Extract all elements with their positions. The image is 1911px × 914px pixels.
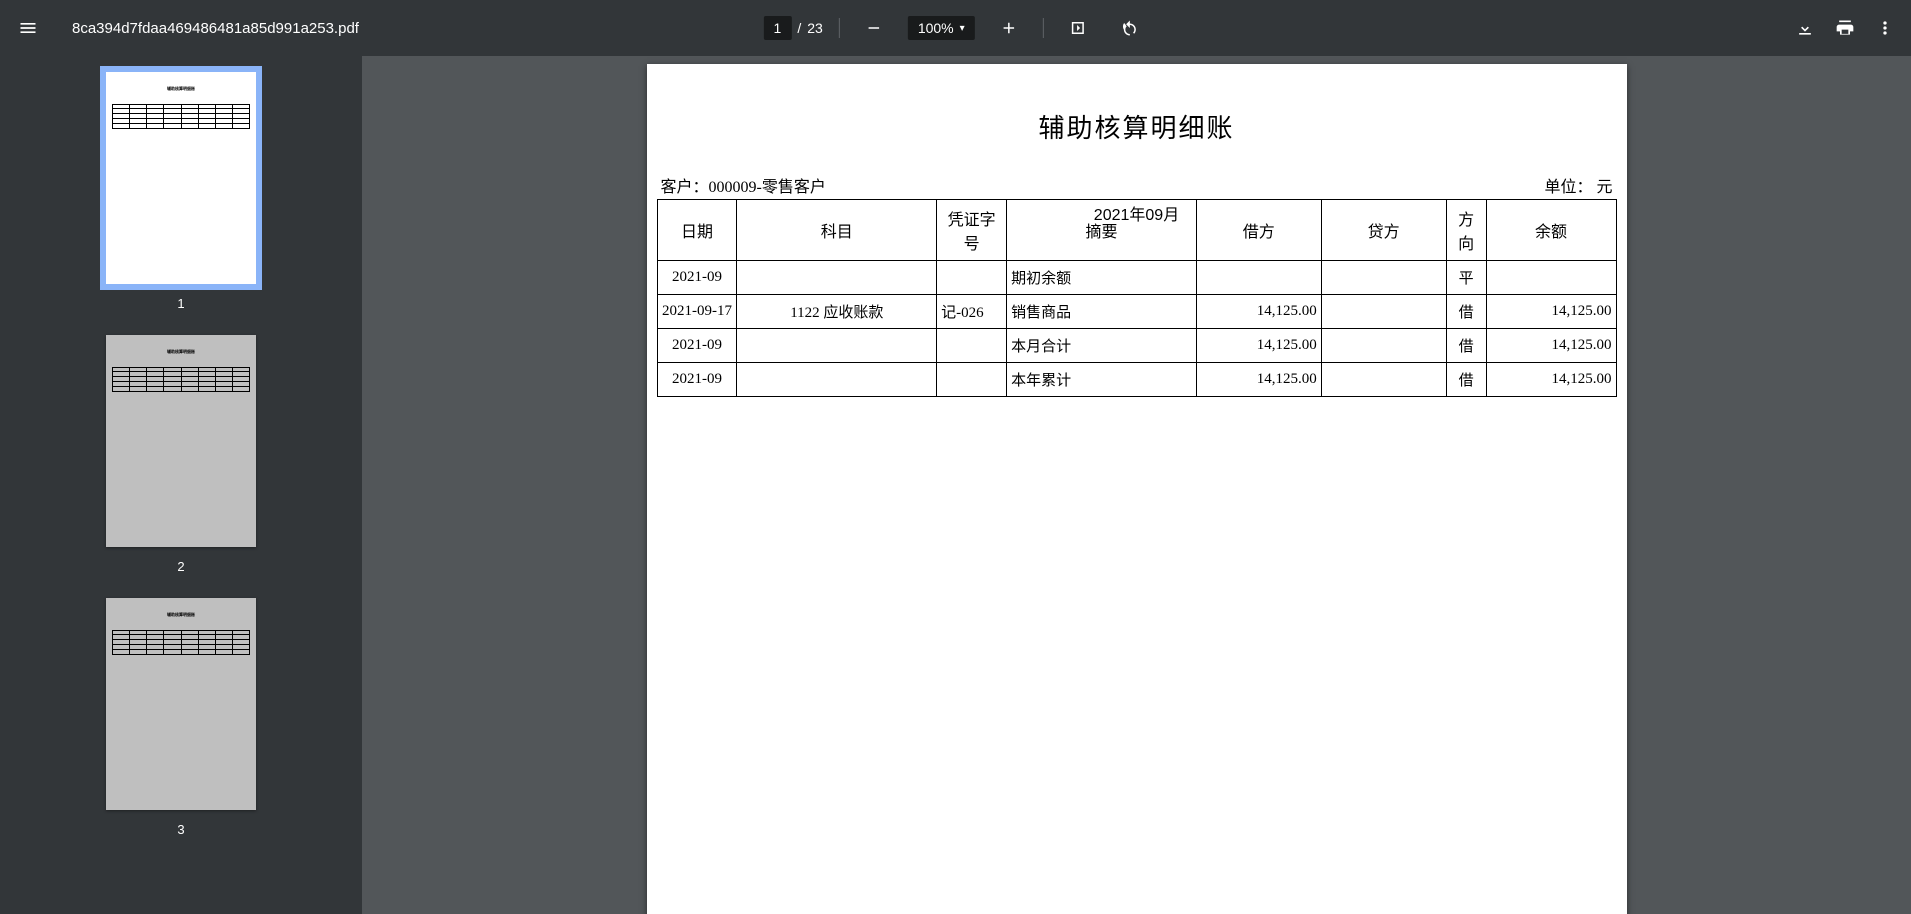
- thumbnail-preview[interactable]: 辅助核算明细账: [106, 72, 256, 284]
- toolbar-right: [1787, 10, 1903, 46]
- more-vert-icon: [1875, 18, 1895, 38]
- cell-date: 2021-09: [657, 363, 737, 397]
- cell-voucher: [937, 261, 1007, 295]
- col-balance: 余额: [1486, 200, 1616, 261]
- col-credit: 贷方: [1321, 200, 1446, 261]
- zoom-level-select[interactable]: 100% ▾: [908, 16, 975, 40]
- pdf-page: 辅助核算明细账 客户：000009-零售客户 单位： 元 2021年09月 日期: [647, 64, 1627, 914]
- cell-date: 2021-09: [657, 261, 737, 295]
- thumbnail-preview[interactable]: 辅助核算明细账: [106, 335, 256, 547]
- rotate-button[interactable]: [1112, 10, 1148, 46]
- page-sep: /: [797, 20, 801, 36]
- cell-account: [737, 329, 937, 363]
- customer-label: 客户：: [661, 179, 709, 196]
- unit-info: 单位： 元: [1544, 173, 1612, 197]
- thumbnail-sidebar[interactable]: 辅助核算明细账 1 辅助核算明细账 2 辅助核算明细账 3: [0, 56, 362, 914]
- page-viewer[interactable]: 辅助核算明细账 客户：000009-零售客户 单位： 元 2021年09月 日期: [362, 56, 1911, 914]
- main-area: 辅助核算明细账 1 辅助核算明细账 2 辅助核算明细账 3 辅助核算明细账 客户：0000…: [0, 56, 1911, 914]
- download-icon: [1795, 18, 1815, 38]
- thumbnail-item[interactable]: 辅助核算明细账 2: [0, 335, 362, 574]
- cell-account: [737, 261, 937, 295]
- ledger-table: 日期 科目 凭证字号 摘要 借方 贷方 方向 余额 2021-09期初余额平20…: [657, 199, 1617, 397]
- col-direction: 方向: [1446, 200, 1486, 261]
- plus-icon: [1000, 19, 1018, 37]
- cell-direction: 借: [1446, 329, 1486, 363]
- menu-button[interactable]: [8, 8, 48, 48]
- cell-credit: [1321, 261, 1446, 295]
- cell-debit: 14,125.00: [1196, 295, 1321, 329]
- cell-summary: 期初余额: [1007, 261, 1197, 295]
- cell-voucher: 记-026: [937, 295, 1007, 329]
- unit-value: 元: [1596, 179, 1612, 196]
- table-row: 2021-09本月合计14,125.00借14,125.00: [657, 329, 1616, 363]
- print-button[interactable]: [1827, 10, 1863, 46]
- col-debit: 借方: [1196, 200, 1321, 261]
- cell-balance: 14,125.00: [1486, 363, 1616, 397]
- download-button[interactable]: [1787, 10, 1823, 46]
- thumbnail-item[interactable]: 辅助核算明细账 1: [0, 72, 362, 311]
- table-row: 2021-09本年累计14,125.00借14,125.00: [657, 363, 1616, 397]
- customer-value: 000009-零售客户: [709, 179, 826, 196]
- cell-date: 2021-09-17: [657, 295, 737, 329]
- toolbar-center: / 23 100% ▾: [763, 10, 1147, 46]
- customer-info: 客户：000009-零售客户: [661, 173, 826, 197]
- thumbnail-label: 2: [177, 559, 184, 574]
- hamburger-icon: [18, 18, 38, 38]
- thumbnail-item[interactable]: 辅助核算明细账 3: [0, 598, 362, 837]
- minus-icon: [865, 19, 883, 37]
- col-account: 科目: [737, 200, 937, 261]
- col-date: 日期: [657, 200, 737, 261]
- col-voucher: 凭证字号: [937, 200, 1007, 261]
- period-label: 2021年09月: [1094, 201, 1179, 225]
- cell-account: 1122 应收账款: [737, 295, 937, 329]
- cell-balance: 14,125.00: [1486, 295, 1616, 329]
- page-number-input[interactable]: [763, 16, 791, 40]
- page-indicator: / 23: [763, 16, 822, 40]
- cell-credit: [1321, 363, 1446, 397]
- cell-credit: [1321, 329, 1446, 363]
- table-row: 2021-09 期初余额 平: [657, 261, 1616, 295]
- filename-label: 8ca394d7fdaa469486481a85d991a253.pdf: [72, 20, 359, 37]
- meta-row: 客户：000009-零售客户 单位： 元 2021年09月: [657, 173, 1617, 197]
- fit-page-icon: [1069, 19, 1087, 37]
- table-row: 2021-09-171122 应收账款记-026销售商品14,125.00借14…: [657, 295, 1616, 329]
- divider: [839, 18, 840, 38]
- page-total: 23: [807, 20, 823, 36]
- cell-balance: 14,125.00: [1486, 329, 1616, 363]
- cell-credit: [1321, 295, 1446, 329]
- cell-debit: 14,125.00: [1196, 363, 1321, 397]
- cell-direction: 平: [1446, 261, 1486, 295]
- cell-debit: [1196, 261, 1321, 295]
- cell-summary: 销售商品: [1007, 295, 1197, 329]
- cell-account: [737, 363, 937, 397]
- cell-direction: 借: [1446, 363, 1486, 397]
- rotate-icon: [1121, 19, 1139, 37]
- more-button[interactable]: [1867, 10, 1903, 46]
- divider: [1043, 18, 1044, 38]
- print-icon: [1835, 18, 1855, 38]
- zoom-out-button[interactable]: [856, 10, 892, 46]
- thumbnail-label: 3: [177, 822, 184, 837]
- toolbar: 8ca394d7fdaa469486481a85d991a253.pdf / 2…: [0, 0, 1911, 56]
- cell-debit: 14,125.00: [1196, 329, 1321, 363]
- unit-label: 单位：: [1544, 179, 1592, 196]
- cell-summary: 本月合计: [1007, 329, 1197, 363]
- cell-date: 2021-09: [657, 329, 737, 363]
- fit-page-button[interactable]: [1060, 10, 1096, 46]
- zoom-level-text: 100%: [918, 20, 954, 36]
- cell-balance: [1486, 261, 1616, 295]
- thumbnail-label: 1: [177, 296, 184, 311]
- cell-summary: 本年累计: [1007, 363, 1197, 397]
- cell-voucher: [937, 363, 1007, 397]
- caret-down-icon: ▾: [960, 23, 965, 34]
- document-title: 辅助核算明细账: [657, 108, 1617, 145]
- cell-voucher: [937, 329, 1007, 363]
- zoom-in-button[interactable]: [991, 10, 1027, 46]
- thumbnail-preview[interactable]: 辅助核算明细账: [106, 598, 256, 810]
- cell-direction: 借: [1446, 295, 1486, 329]
